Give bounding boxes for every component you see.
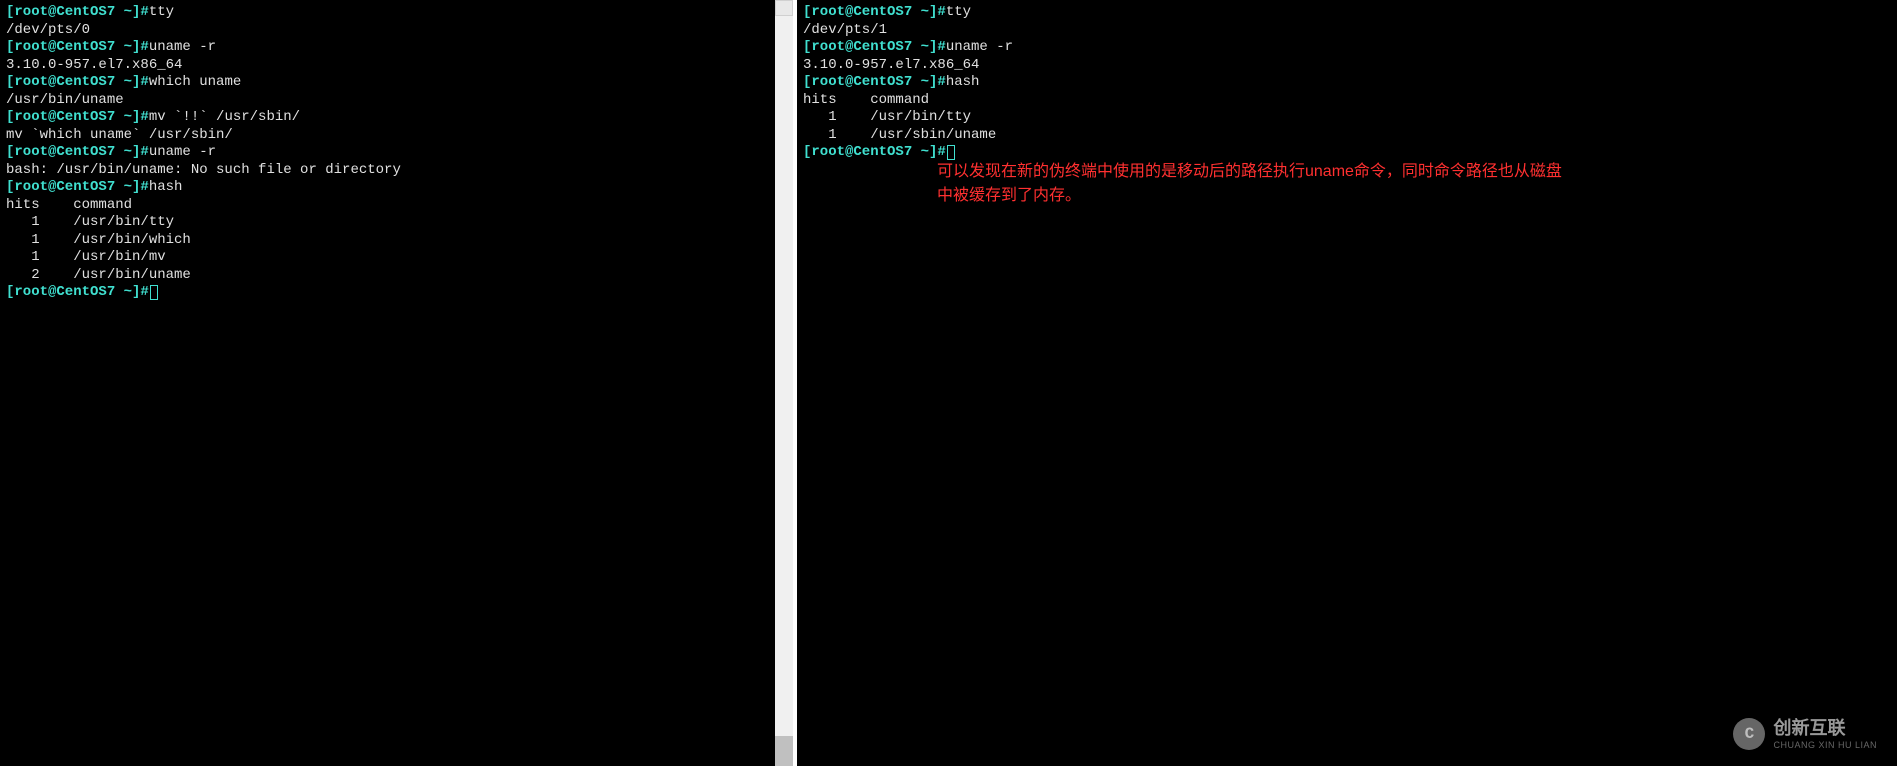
terminal-line: 1 /usr/bin/tty: [803, 109, 1891, 127]
output-text: bash: /usr/bin/uname: No such file or di…: [6, 162, 401, 178]
output-text: /usr/bin/uname: [6, 92, 124, 108]
output-text: /dev/pts/1: [803, 22, 887, 38]
prompt-prefix: [root@CentOS7 ~]#: [803, 74, 946, 90]
output-text: 1 /usr/bin/mv: [6, 249, 166, 265]
terminal-line: bash: /usr/bin/uname: No such file or di…: [6, 162, 769, 180]
watermark-logo-icon: C: [1733, 718, 1765, 750]
command-text: which uname: [149, 74, 241, 90]
output-text: mv `which uname` /usr/sbin/: [6, 127, 233, 143]
output-text: 2 /usr/bin/uname: [6, 267, 191, 283]
terminal-line: 3.10.0-957.el7.x86_64: [803, 57, 1891, 75]
terminal-line: [root@CentOS7 ~]#tty: [6, 4, 769, 22]
output-text: 1 /usr/bin/tty: [6, 214, 174, 230]
prompt-prefix: [root@CentOS7 ~]#: [6, 39, 149, 55]
terminal-line: [root@CentOS7 ~]#: [6, 284, 769, 302]
prompt-prefix: [root@CentOS7 ~]#: [803, 39, 946, 55]
command-text: mv `!!` /usr/sbin/: [149, 109, 300, 125]
terminal-line: [root@CentOS7 ~]#: [803, 144, 1891, 162]
prompt-prefix: [root@CentOS7 ~]#: [803, 144, 946, 160]
watermark-text: 创新互联 CHUANG XIN HU LIAN: [1773, 717, 1877, 751]
terminal-line: /dev/pts/1: [803, 22, 1891, 40]
terminal-line: 3.10.0-957.el7.x86_64: [6, 57, 769, 75]
terminal-line: mv `which uname` /usr/sbin/: [6, 127, 769, 145]
annotation-text: 可以发现在新的伪终端中使用的是移动后的路径执行uname命令，同时命令路径也从磁…: [937, 160, 1567, 208]
terminal-line: [root@CentOS7 ~]#hash: [803, 74, 1891, 92]
output-text: hits command: [803, 92, 929, 108]
scroll-up-button[interactable]: [775, 0, 793, 16]
terminal-line: hits command: [6, 197, 769, 215]
terminal-line: [root@CentOS7 ~]#uname -r: [6, 144, 769, 162]
terminal-line: /usr/bin/uname: [6, 92, 769, 110]
cursor-icon: [150, 285, 158, 300]
terminal-line: /dev/pts/0: [6, 22, 769, 40]
command-text: uname -r: [149, 144, 216, 160]
prompt-prefix: [root@CentOS7 ~]#: [803, 4, 946, 20]
prompt-prefix: [root@CentOS7 ~]#: [6, 179, 149, 195]
terminal-pane-left[interactable]: [root@CentOS7 ~]#tty/dev/pts/0[root@Cent…: [0, 0, 775, 766]
terminal-line: [root@CentOS7 ~]#hash: [6, 179, 769, 197]
watermark-sub: CHUANG XIN HU LIAN: [1773, 740, 1877, 751]
command-text: uname -r: [149, 39, 216, 55]
terminal-line: 1 /usr/bin/which: [6, 232, 769, 250]
command-text: hash: [946, 74, 980, 90]
terminal-line: [root@CentOS7 ~]#uname -r: [803, 39, 1891, 57]
command-text: uname -r: [946, 39, 1013, 55]
prompt-prefix: [root@CentOS7 ~]#: [6, 74, 149, 90]
terminal-line: [root@CentOS7 ~]#mv `!!` /usr/sbin/: [6, 109, 769, 127]
watermark: C 创新互联 CHUANG XIN HU LIAN: [1733, 717, 1877, 751]
command-text: tty: [946, 4, 971, 20]
terminal-line: 2 /usr/bin/uname: [6, 267, 769, 285]
terminal-pane-right[interactable]: [root@CentOS7 ~]#tty/dev/pts/1[root@Cent…: [797, 0, 1897, 766]
command-text: hash: [149, 179, 183, 195]
terminal-line: [root@CentOS7 ~]#which uname: [6, 74, 769, 92]
prompt-prefix: [root@CentOS7 ~]#: [6, 144, 149, 160]
terminal-line: 1 /usr/bin/tty: [6, 214, 769, 232]
output-text: 1 /usr/bin/which: [6, 232, 191, 248]
scroll-thumb[interactable]: [775, 736, 793, 766]
terminal-line: [root@CentOS7 ~]#tty: [803, 4, 1891, 22]
terminal-line: 1 /usr/sbin/uname: [803, 127, 1891, 145]
scrollbar-left[interactable]: [775, 0, 793, 766]
output-text: 1 /usr/sbin/uname: [803, 127, 996, 143]
watermark-main: 创新互联: [1773, 717, 1877, 740]
terminal-line: hits command: [803, 92, 1891, 110]
output-text: 3.10.0-957.el7.x86_64: [803, 57, 979, 73]
command-text: tty: [149, 4, 174, 20]
prompt-prefix: [root@CentOS7 ~]#: [6, 4, 149, 20]
prompt-prefix: [root@CentOS7 ~]#: [6, 284, 149, 300]
prompt-prefix: [root@CentOS7 ~]#: [6, 109, 149, 125]
terminal-line: 1 /usr/bin/mv: [6, 249, 769, 267]
terminal-line: [root@CentOS7 ~]#uname -r: [6, 39, 769, 57]
cursor-icon: [947, 145, 955, 160]
output-text: 1 /usr/bin/tty: [803, 109, 971, 125]
output-text: hits command: [6, 197, 132, 213]
split-terminal-container: [root@CentOS7 ~]#tty/dev/pts/0[root@Cent…: [0, 0, 1897, 766]
output-text: 3.10.0-957.el7.x86_64: [6, 57, 182, 73]
output-text: /dev/pts/0: [6, 22, 90, 38]
